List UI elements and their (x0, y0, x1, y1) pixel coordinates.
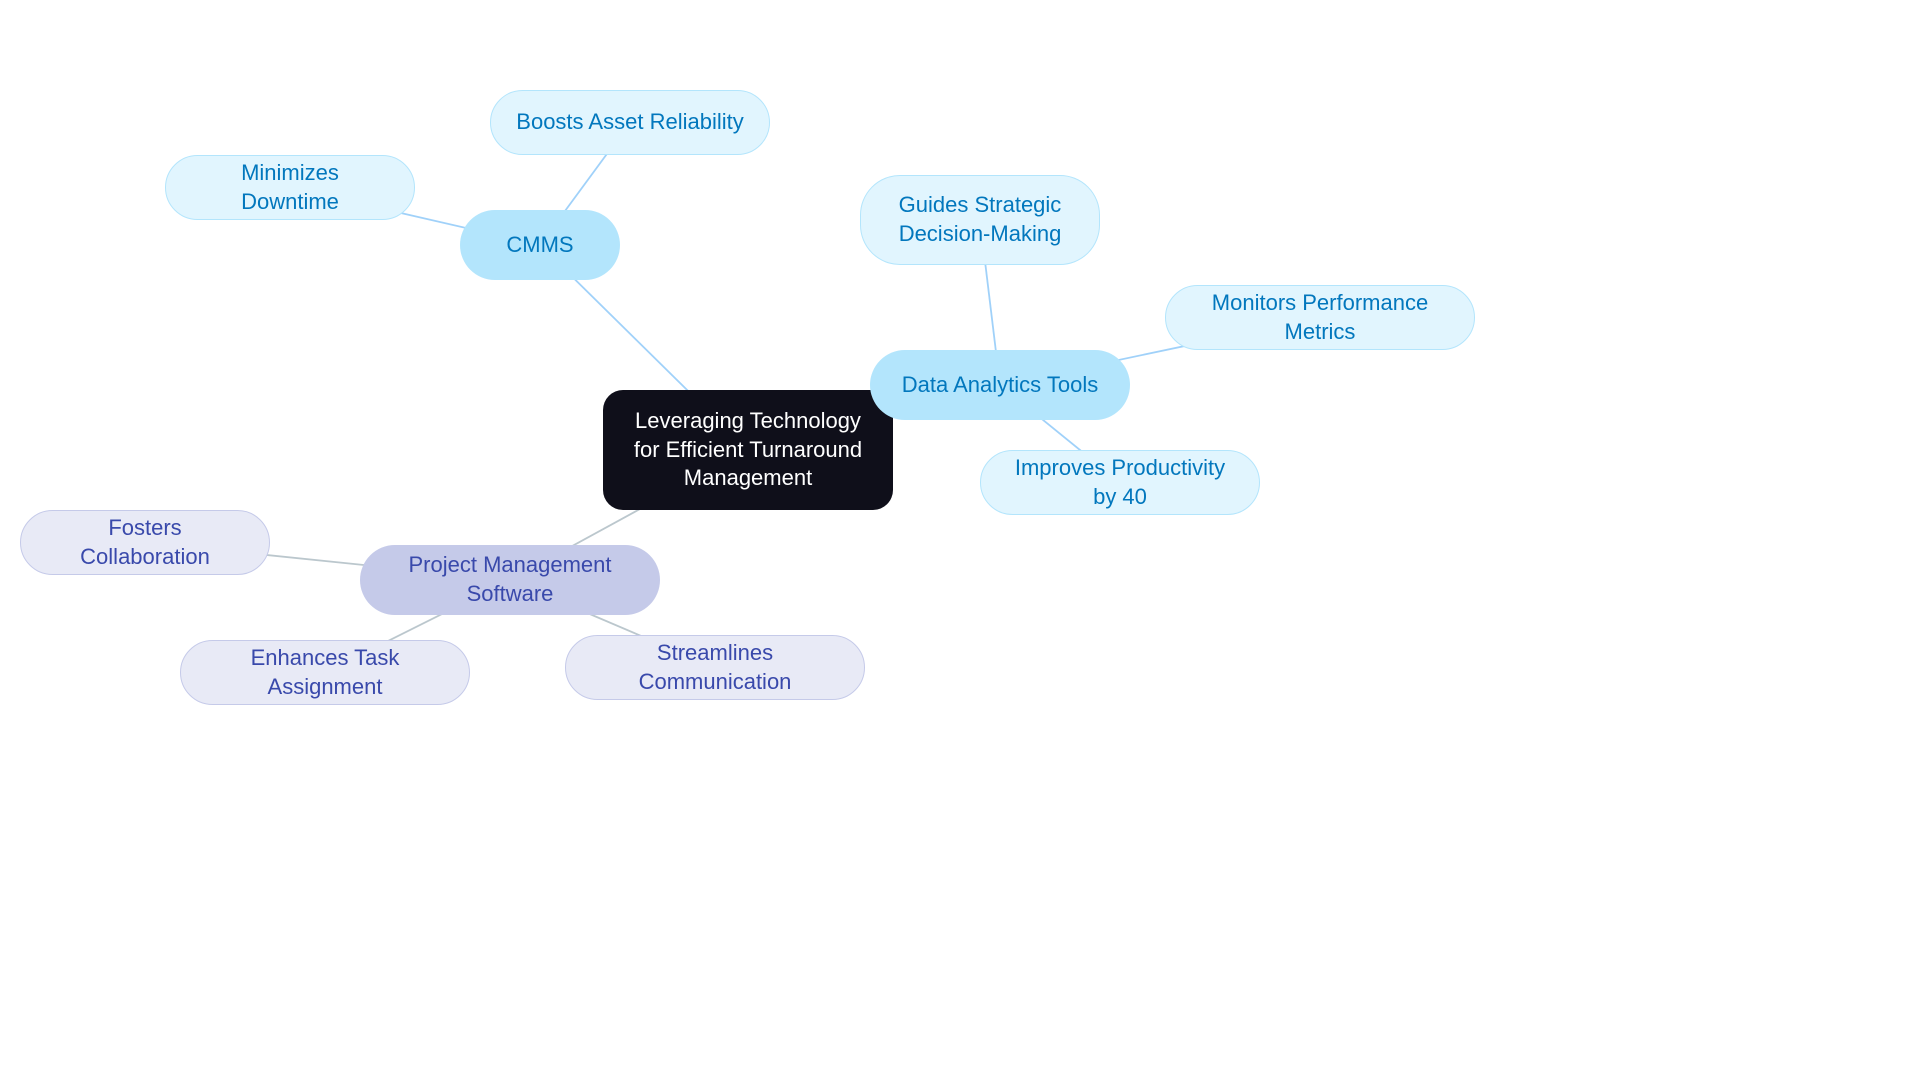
guides-strategic-label: Guides Strategic Decision-Making (885, 191, 1075, 248)
project-management-label: Project Management Software (384, 551, 636, 608)
fosters-collaboration-node[interactable]: Fosters Collaboration (20, 510, 270, 575)
monitors-performance-node[interactable]: Monitors Performance Metrics (1165, 285, 1475, 350)
cmms-node-label: CMMS (506, 231, 573, 260)
guides-strategic-node[interactable]: Guides Strategic Decision-Making (860, 175, 1100, 265)
central-node-label: Leveraging Technology for Efficient Turn… (627, 407, 869, 493)
enhances-task-node[interactable]: Enhances Task Assignment (180, 640, 470, 705)
central-node[interactable]: Leveraging Technology for Efficient Turn… (603, 390, 893, 510)
project-management-node[interactable]: Project Management Software (360, 545, 660, 615)
enhances-task-label: Enhances Task Assignment (205, 644, 445, 701)
monitors-performance-label: Monitors Performance Metrics (1190, 289, 1450, 346)
data-analytics-label: Data Analytics Tools (902, 371, 1098, 400)
improves-productivity-node[interactable]: Improves Productivity by 40 (980, 450, 1260, 515)
boosts-asset-node[interactable]: Boosts Asset Reliability (490, 90, 770, 155)
boosts-asset-label: Boosts Asset Reliability (516, 108, 743, 137)
minimizes-downtime-node[interactable]: Minimizes Downtime (165, 155, 415, 220)
streamlines-communication-node[interactable]: Streamlines Communication (565, 635, 865, 700)
improves-productivity-label: Improves Productivity by 40 (1005, 454, 1235, 511)
minimizes-downtime-label: Minimizes Downtime (190, 159, 390, 216)
fosters-collaboration-label: Fosters Collaboration (45, 514, 245, 571)
cmms-node[interactable]: CMMS (460, 210, 620, 280)
data-analytics-node[interactable]: Data Analytics Tools (870, 350, 1130, 420)
streamlines-communication-label: Streamlines Communication (590, 639, 840, 696)
